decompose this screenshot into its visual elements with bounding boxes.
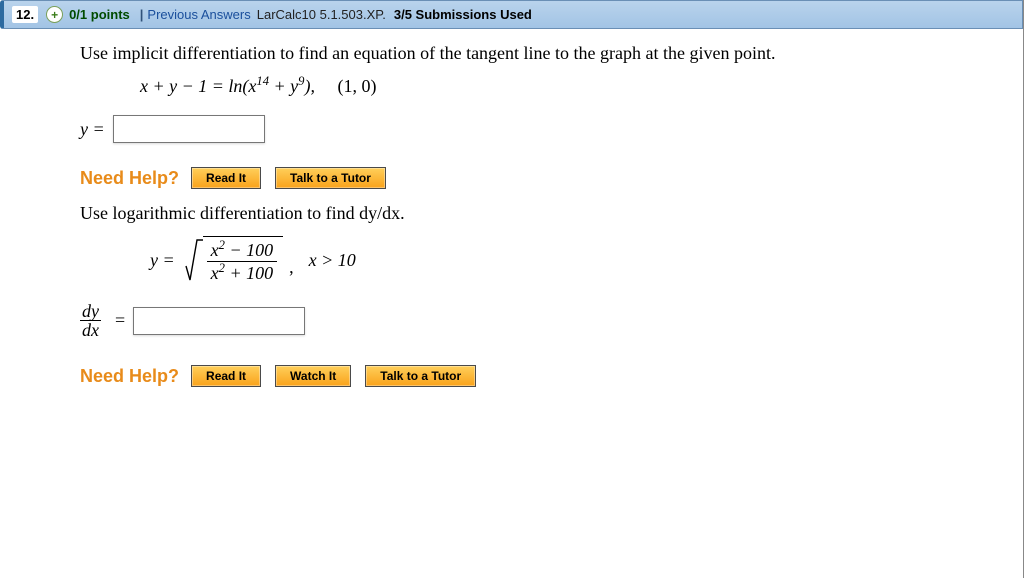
talk-tutor-button-2[interactable]: Talk to a Tutor (365, 365, 476, 387)
question-container: 12. + 0/1 points | Previous Answers LarC… (0, 0, 1024, 578)
read-it-button-2[interactable]: Read It (191, 365, 261, 387)
condition: x > 10 (309, 250, 356, 271)
part1-answer-input[interactable] (113, 115, 265, 143)
points-earned: 0/1 points (69, 7, 130, 22)
part2-answer-row: dy dx = (80, 302, 983, 339)
dydx-label: dy dx (80, 302, 101, 339)
eq-close: ), (304, 76, 315, 96)
read-it-button-1[interactable]: Read It (191, 167, 261, 189)
radicand: x2 − 100 x2 + 100 (203, 236, 283, 284)
frac-denominator: x2 + 100 (207, 261, 277, 284)
sqrt-expression: x2 − 100 x2 + 100 (185, 236, 283, 284)
part1-prompt: Use implicit differentiation to find an … (80, 43, 983, 64)
dy: dy (80, 302, 101, 321)
need-help-label-2: Need Help? (80, 366, 179, 387)
submissions-used: 3/5 Submissions Used (394, 7, 532, 22)
plus-icon[interactable]: + (46, 6, 63, 23)
part2-prompt: Use logarithmic differentiation to find … (80, 203, 983, 224)
book-reference: LarCalc10 5.1.503.XP. (257, 7, 386, 22)
part1-equation: x + y − 1 = ln(x14 + y9), (1, 0) (140, 74, 983, 97)
separator: | (140, 7, 144, 22)
need-help-label-1: Need Help? (80, 168, 179, 189)
part1-answer-row: y = (80, 115, 983, 143)
y-equals: y = (150, 250, 175, 271)
equals-sign: = (115, 310, 125, 331)
need-help-row-1: Need Help? Read It Talk to a Tutor (80, 167, 983, 189)
fraction: x2 − 100 x2 + 100 (207, 239, 277, 284)
need-help-row-2: Need Help? Read It Watch It Talk to a Tu… (80, 365, 983, 387)
talk-tutor-button-1[interactable]: Talk to a Tutor (275, 167, 386, 189)
radical-icon (185, 236, 203, 284)
question-header: 12. + 0/1 points | Previous Answers LarC… (0, 0, 1023, 29)
eq-plus: + (269, 76, 290, 96)
dx: dx (80, 321, 101, 339)
frac-numerator: x2 − 100 (207, 239, 277, 261)
previous-answers-link[interactable]: Previous Answers (147, 7, 250, 22)
eq-lhs: x + y − 1 = ln( (140, 76, 248, 96)
part2-answer-input[interactable] (133, 307, 305, 335)
part1-answer-label: y = (80, 119, 105, 140)
part2-equation: y = x2 − 100 x2 + 100 , x > 10 (150, 236, 983, 284)
watch-it-button[interactable]: Watch It (275, 365, 351, 387)
eq-x-exp: 14 (256, 74, 269, 88)
question-body: Use implicit differentiation to find an … (0, 29, 1023, 411)
comma: , (289, 257, 294, 284)
eq-y: y (290, 76, 298, 96)
eq-point: (1, 0) (337, 76, 376, 96)
question-number: 12. (12, 6, 38, 23)
